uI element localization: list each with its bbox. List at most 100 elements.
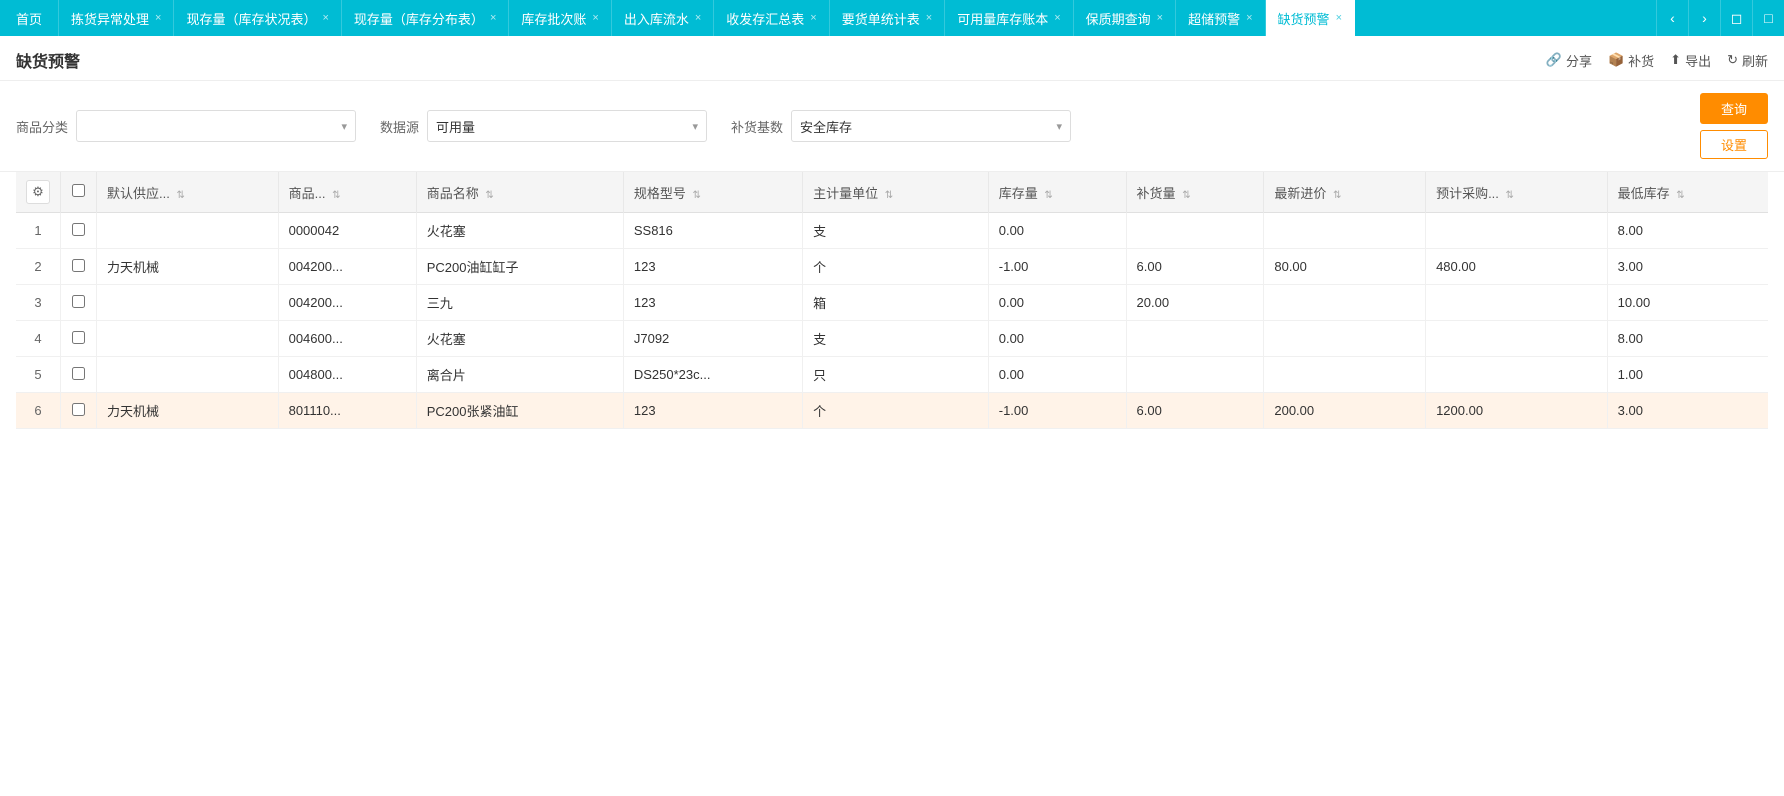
col-header-supplier[interactable]: 默认供应... ⇅ — [97, 172, 279, 213]
tab-stock-dist[interactable]: 现存量（库存分布表） × — [342, 0, 509, 36]
sort-icon: ⇅ — [1044, 190, 1052, 201]
row-supplier — [97, 321, 279, 357]
export-action[interactable]: ⬆ 导出 — [1670, 51, 1711, 70]
row-checkbox-cell[interactable] — [61, 357, 97, 393]
data-table: ⚙ 默认供应... ⇅ 商品... ⇅ 商品名称 ⇅ — [16, 172, 1768, 429]
tab-shortage[interactable]: 缺货预警 × — [1266, 0, 1355, 36]
tab-batch-account[interactable]: 库存批次账 × — [509, 0, 611, 36]
row-replenish-qty — [1126, 213, 1264, 249]
row-checkbox-cell[interactable] — [61, 321, 97, 357]
tab-order-stat[interactable]: 要货单统计表 × — [830, 0, 945, 36]
row-stock: -1.00 — [988, 393, 1126, 429]
close-icon[interactable]: × — [155, 12, 161, 24]
row-latest-price — [1264, 321, 1426, 357]
row-product-name: 三九 — [416, 285, 623, 321]
chevron-down-icon: ▾ — [693, 120, 699, 133]
col-header-settings[interactable]: ⚙ — [16, 172, 61, 213]
close-icon[interactable]: × — [322, 12, 328, 24]
close-icon[interactable]: × — [1157, 12, 1163, 24]
share-action[interactable]: 🔗 分享 — [1546, 51, 1592, 70]
refresh-action[interactable]: ↻ 刷新 — [1727, 51, 1768, 70]
row-latest-price: 200.00 — [1264, 393, 1426, 429]
row-unit: 只 — [803, 357, 989, 393]
close-icon[interactable]: × — [695, 12, 701, 24]
tab-home[interactable]: 首页 — [0, 0, 59, 36]
col-header-unit[interactable]: 主计量单位 ⇅ — [803, 172, 989, 213]
sort-icon: ⇅ — [176, 190, 184, 201]
row-checkbox-cell[interactable] — [61, 285, 97, 321]
row-checkbox[interactable] — [72, 367, 85, 380]
row-checkbox[interactable] — [72, 223, 85, 236]
row-product-code: 004600... — [278, 321, 416, 357]
close-icon[interactable]: × — [490, 12, 496, 24]
row-replenish-qty: 20.00 — [1126, 285, 1264, 321]
row-product-code: 004200... — [278, 285, 416, 321]
maximize-window-button[interactable]: □ — [1752, 0, 1784, 36]
row-checkbox[interactable] — [72, 403, 85, 416]
row-latest-price — [1264, 285, 1426, 321]
tab-receive-total[interactable]: 收发存汇总表 × — [714, 0, 829, 36]
col-header-stock[interactable]: 库存量 ⇅ — [988, 172, 1126, 213]
restore-window-button[interactable]: ◻ — [1720, 0, 1752, 36]
tab-expiry-query[interactable]: 保质期查询 × — [1074, 0, 1176, 36]
row-product-name: 火花塞 — [416, 213, 623, 249]
share-icon: 🔗 — [1546, 52, 1562, 68]
datasource-select[interactable]: 可用量 ▾ — [427, 110, 707, 142]
prev-tab-button[interactable]: ‹ — [1656, 0, 1688, 36]
row-spec: 123 — [623, 285, 802, 321]
row-num: 2 — [16, 249, 61, 285]
select-all-checkbox[interactable] — [72, 184, 85, 197]
tab-exception[interactable]: 拣货异常处理 × — [59, 0, 174, 36]
col-header-product-name[interactable]: 商品名称 ⇅ — [416, 172, 623, 213]
close-icon[interactable]: × — [1054, 12, 1060, 24]
row-est-purchase — [1426, 213, 1608, 249]
replenish-basis-label: 补货基数 — [731, 117, 783, 136]
row-stock: 0.00 — [988, 357, 1126, 393]
next-tab-button[interactable]: › — [1688, 0, 1720, 36]
close-icon[interactable]: × — [810, 12, 816, 24]
row-checkbox[interactable] — [72, 331, 85, 344]
row-min-stock: 8.00 — [1607, 321, 1768, 357]
close-icon[interactable]: × — [1246, 12, 1252, 24]
row-checkbox-cell[interactable] — [61, 213, 97, 249]
table-row: 4 004600... 火花塞 J7092 支 0.00 8.00 — [16, 321, 1768, 357]
datasource-select-value: 可用量 — [436, 117, 475, 136]
page-header: 缺货预警 🔗 分享 📦 补货 ⬆ 导出 ↻ 刷新 — [0, 36, 1784, 81]
col-header-est-purchase[interactable]: 预计采购... ⇅ — [1426, 172, 1608, 213]
datasource-filter-group: 数据源 可用量 ▾ — [380, 110, 707, 142]
close-icon[interactable]: × — [926, 12, 932, 24]
settings-button[interactable]: 设置 — [1700, 130, 1768, 159]
query-button[interactable]: 查询 — [1700, 93, 1768, 124]
row-checkbox[interactable] — [72, 295, 85, 308]
category-filter-group: 商品分类 ▾ — [16, 110, 356, 142]
row-replenish-qty — [1126, 321, 1264, 357]
export-icon: ⬆ — [1670, 52, 1681, 68]
row-num: 5 — [16, 357, 61, 393]
col-header-spec[interactable]: 规格型号 ⇅ — [623, 172, 802, 213]
tab-available-ledger[interactable]: 可用量库存账本 × — [945, 0, 1073, 36]
replenish-basis-select[interactable]: 安全库存 ▾ — [791, 110, 1071, 142]
close-icon[interactable]: × — [592, 12, 598, 24]
replenish-action[interactable]: 📦 补货 — [1608, 51, 1654, 70]
tab-overstock[interactable]: 超储预警 × — [1176, 0, 1265, 36]
row-latest-price — [1264, 213, 1426, 249]
category-select[interactable]: ▾ — [76, 110, 356, 142]
tab-stock-status[interactable]: 现存量（库存状况表） × — [174, 0, 341, 36]
row-checkbox-cell[interactable] — [61, 249, 97, 285]
tab-inout-flow[interactable]: 出入库流水 × — [612, 0, 714, 36]
row-num: 3 — [16, 285, 61, 321]
row-min-stock: 3.00 — [1607, 249, 1768, 285]
row-checkbox[interactable] — [72, 259, 85, 272]
row-checkbox-cell[interactable] — [61, 393, 97, 429]
sort-icon: ⇅ — [885, 190, 893, 201]
close-icon[interactable]: × — [1336, 12, 1342, 24]
col-header-latest-price[interactable]: 最新进价 ⇅ — [1264, 172, 1426, 213]
col-header-product-code[interactable]: 商品... ⇅ — [278, 172, 416, 213]
filter-area: 商品分类 ▾ 数据源 可用量 ▾ 补货基数 安全库存 ▾ 查询 设置 — [0, 81, 1784, 172]
gear-icon[interactable]: ⚙ — [26, 180, 50, 204]
col-header-replenish-qty[interactable]: 补货量 ⇅ — [1126, 172, 1264, 213]
col-header-min-stock[interactable]: 最低库存 ⇅ — [1607, 172, 1768, 213]
sort-icon: ⇅ — [485, 190, 493, 201]
row-replenish-qty — [1126, 357, 1264, 393]
row-product-code: 004200... — [278, 249, 416, 285]
